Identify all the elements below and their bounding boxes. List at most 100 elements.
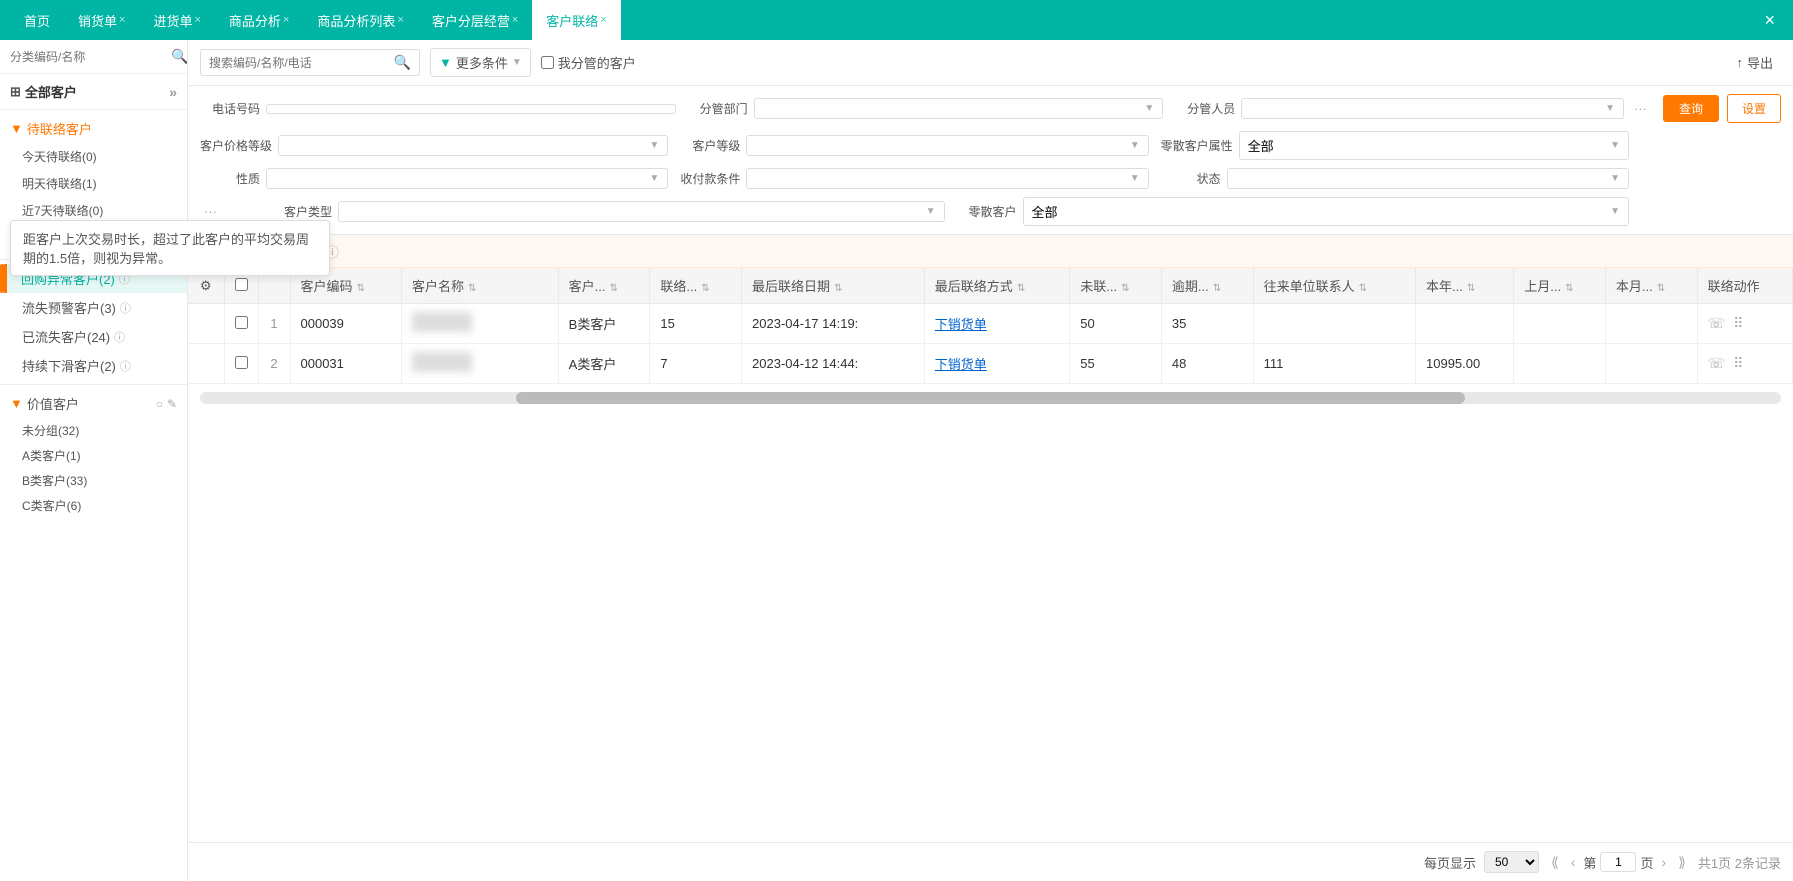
sidebar-group-pending[interactable]: ▼ 待联络客户	[0, 114, 187, 143]
th-this-month[interactable]: 本月...⇅	[1605, 268, 1697, 304]
prev-page-btn[interactable]: ‹	[1567, 852, 1580, 872]
action-phone-icon-2[interactable]: ☏	[1708, 355, 1726, 372]
customer-type-select[interactable]: ▼	[338, 201, 945, 222]
td-type-1: B类客户	[558, 304, 650, 344]
more-dots[interactable]: ···	[200, 204, 221, 219]
retail-customer-label: 零散客户	[957, 203, 1017, 220]
td-code-1[interactable]: 000039	[290, 304, 402, 344]
sidebar-search-box[interactable]: 🔍	[0, 40, 187, 74]
price-level-select[interactable]: ▼	[278, 135, 668, 156]
sidebar-item-today[interactable]: 今天待联络(0)	[0, 143, 187, 170]
th-contact[interactable]: 联络...⇅	[650, 268, 742, 304]
sidebar-item-churned[interactable]: 已流失客户(24) ⓘ	[0, 322, 187, 351]
dept-label: 分管部门	[688, 100, 748, 117]
export-btn[interactable]: ↑ 导出	[1728, 49, 1781, 76]
retail-attr-select[interactable]: 全部▼	[1239, 131, 1629, 160]
window-close-btn[interactable]: ×	[1756, 10, 1783, 31]
per-page-select[interactable]: 50 20 100	[1484, 851, 1539, 873]
nav-customer-contact[interactable]: 客户联络 ×	[532, 0, 620, 40]
nav-home[interactable]: 首页	[10, 0, 64, 40]
first-page-btn[interactable]: ⟪	[1547, 852, 1563, 873]
sidebar-item-declining[interactable]: 持续下滑客户(2) ⓘ	[0, 351, 187, 380]
more-filter-btn[interactable]: ▼ 更多条件 ▼	[430, 48, 531, 77]
th-customer-type[interactable]: 客户...⇅	[558, 268, 650, 304]
value-group-edit-icon[interactable]: ✎	[167, 397, 177, 411]
action-phone-icon-1[interactable]: ☏	[1708, 315, 1726, 332]
th-not-contact[interactable]: 未联...⇅	[1070, 268, 1162, 304]
retail-customer-select[interactable]: 全部▼	[1023, 197, 1630, 226]
next-page-btn[interactable]: ›	[1657, 852, 1670, 872]
nav-contact-close[interactable]: ×	[600, 14, 606, 26]
nav-analysis-list[interactable]: 商品分析列表 ×	[303, 0, 417, 40]
sidebar-search-input[interactable]	[10, 50, 165, 64]
my-customer-checkbox[interactable]	[541, 56, 554, 69]
sidebar-all-customers[interactable]: ⊞ 全部客户 »	[0, 74, 187, 110]
th-overdue[interactable]: 逾期...⇅	[1161, 268, 1253, 304]
nav-analysis-close[interactable]: ×	[283, 14, 289, 26]
info-icon-declining[interactable]: ⓘ	[120, 358, 131, 374]
status-select[interactable]: ▼	[1227, 168, 1629, 189]
td-last-method-1[interactable]: 下销货单	[924, 304, 1069, 344]
info-icon-churned[interactable]: ⓘ	[114, 329, 125, 345]
dept-select[interactable]: ▼	[754, 98, 1164, 119]
sidebar-item-class-a[interactable]: A类客户(1)	[0, 443, 187, 468]
td-rownum-2: 2	[258, 344, 290, 384]
search-box[interactable]: 🔍	[200, 49, 420, 76]
manager-dots[interactable]: ···	[1630, 101, 1651, 116]
th-unit-contact[interactable]: 往来单位联系人⇅	[1253, 268, 1415, 304]
customer-level-label: 客户等级	[680, 137, 740, 154]
td-unit-contact-2: 111	[1253, 344, 1415, 384]
payment-select[interactable]: ▼	[746, 168, 1148, 189]
nav-analysis[interactable]: 商品分析 ×	[215, 0, 303, 40]
th-customer-name[interactable]: 客户名称⇅	[402, 268, 559, 304]
th-last-method[interactable]: 最后联络方式⇅	[924, 268, 1069, 304]
value-group-add-icon[interactable]: ○	[156, 397, 163, 411]
sidebar-item-tomorrow[interactable]: 明天待联络(1)	[0, 170, 187, 197]
phone-input[interactable]	[266, 104, 676, 114]
nav-sales[interactable]: 销货单 ×	[64, 0, 139, 40]
retail-attr-label: 零散客户属性	[1161, 137, 1233, 154]
my-customer-checkbox-group[interactable]: 我分管的客户	[541, 53, 636, 72]
info-icon-churn-warning[interactable]: ⓘ	[120, 300, 131, 316]
sidebar-item-class-c[interactable]: C类客户(6)	[0, 493, 187, 518]
td-last-method-2[interactable]: 下销货单	[924, 344, 1069, 384]
th-last-month[interactable]: 上月...⇅	[1514, 268, 1606, 304]
select-all-checkbox[interactable]	[235, 278, 248, 291]
nav-sales-close[interactable]: ×	[119, 14, 125, 26]
td-code-2[interactable]: 000031	[290, 344, 402, 384]
nav-purchase[interactable]: 进货单 ×	[139, 0, 214, 40]
category-label-bar: ⚠ 回购异常客户(2) ⓘ	[188, 235, 1793, 268]
search-icon[interactable]: 🔍	[394, 54, 411, 71]
search-input[interactable]	[209, 56, 388, 70]
row2-checkbox[interactable]	[235, 356, 248, 369]
last-page-btn[interactable]: ⟫	[1674, 852, 1690, 873]
manager-select[interactable]: ▼	[1241, 98, 1624, 119]
th-this-year[interactable]: 本年...⇅	[1416, 268, 1514, 304]
last-method-link-2[interactable]: 下销货单	[935, 357, 987, 372]
sidebar-value-group[interactable]: ▼ 价值客户 ○ ✎	[0, 389, 187, 418]
page-input[interactable]	[1600, 852, 1636, 872]
nature-select[interactable]: ▼	[266, 168, 668, 189]
td-checkbox-1[interactable]	[224, 304, 258, 344]
sidebar-item-unclassified[interactable]: 未分组(32)	[0, 418, 187, 443]
sidebar-item-churn-warning[interactable]: 流失预警客户(3) ⓘ	[0, 293, 187, 322]
nav-analysis-list-close[interactable]: ×	[397, 14, 403, 26]
customer-level-select[interactable]: ▼	[746, 135, 1148, 156]
last-method-link-1[interactable]: 下销货单	[935, 317, 987, 332]
sidebar-search-icon[interactable]: 🔍	[171, 48, 188, 65]
th-last-date[interactable]: 最后联络日期⇅	[742, 268, 925, 304]
nav-purchase-close[interactable]: ×	[194, 14, 200, 26]
settings-btn[interactable]: 设置	[1727, 94, 1781, 123]
td-name-1	[402, 304, 559, 344]
h-scrollbar[interactable]	[200, 392, 1781, 404]
nav-customer-segment[interactable]: 客户分层经营 ×	[418, 0, 532, 40]
sidebar-item-class-b[interactable]: B类客户(33)	[0, 468, 187, 493]
nav-segment-close[interactable]: ×	[512, 14, 518, 26]
td-last-month-1	[1514, 304, 1606, 344]
sidebar-collapse-icon[interactable]: »	[169, 84, 177, 100]
action-more-icon-1[interactable]: ⠿	[1733, 315, 1743, 332]
action-more-icon-2[interactable]: ⠿	[1733, 355, 1743, 372]
td-checkbox-2[interactable]	[224, 344, 258, 384]
row1-checkbox[interactable]	[235, 316, 248, 329]
query-btn[interactable]: 查询	[1663, 95, 1719, 122]
